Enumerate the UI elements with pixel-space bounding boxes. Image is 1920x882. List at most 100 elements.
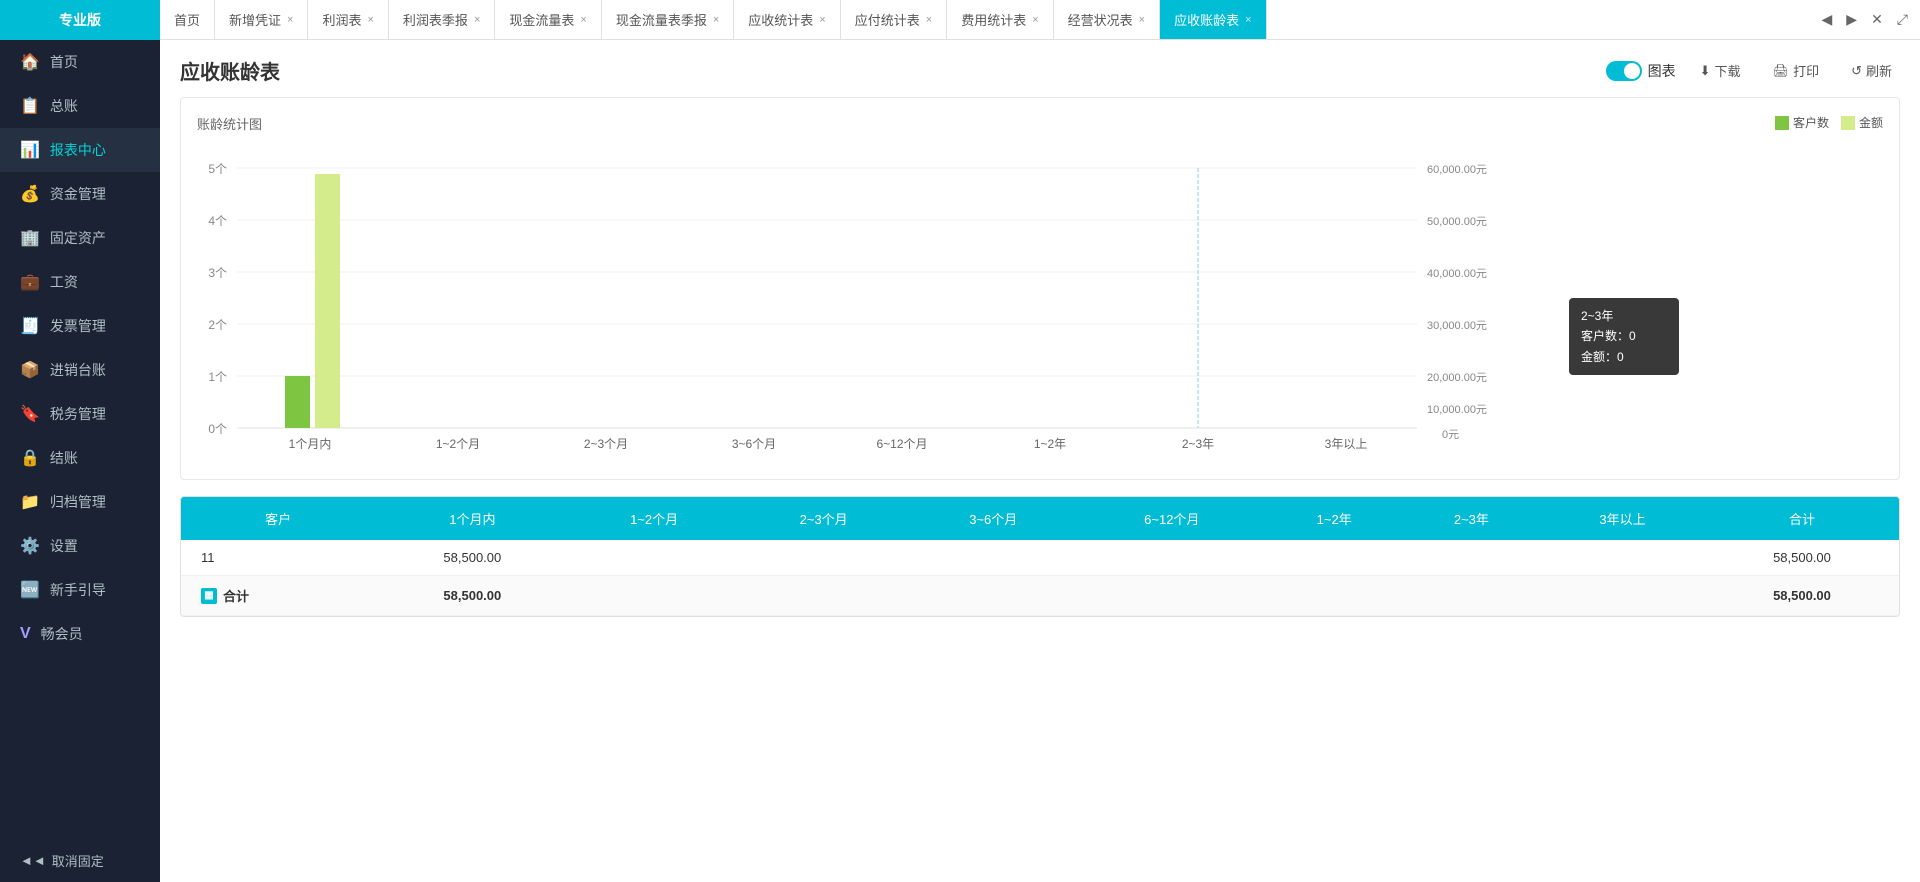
legend-amount-label: 金额 (1859, 114, 1883, 131)
sidebar-item-archive[interactable]: 📁 归档管理 (0, 480, 160, 524)
tab-profit-quarter[interactable]: 利润表季报 × (389, 0, 495, 40)
total-icon: ▦ (201, 588, 217, 604)
total-1m: 58,500.00 (375, 576, 569, 616)
sidebar-item-close[interactable]: 🔒 结账 (0, 436, 160, 480)
home-icon: 🏠 (20, 52, 40, 72)
tab-close-icon[interactable]: × (367, 14, 373, 26)
total-3-6m (908, 576, 1078, 616)
chart-toggle-label: 图表 (1648, 61, 1676, 81)
tab-close-icon[interactable]: × (580, 14, 586, 26)
sidebar-item-invoice[interactable]: 🧾 发票管理 (0, 304, 160, 348)
tab-voucher[interactable]: 新增凭证 × (215, 0, 308, 40)
settings-icon: ⚙️ (20, 536, 40, 556)
page-header: 应收账龄表 图表 ⬇ 下载 🖨 打印 ↺ 刷新 (160, 40, 1920, 97)
chart-toggle[interactable] (1606, 61, 1642, 81)
download-button[interactable]: ⬇ 下载 (1692, 57, 1749, 84)
tab-aging[interactable]: 应收账龄表 × (1160, 0, 1266, 40)
total-3y-plus (1540, 576, 1705, 616)
print-button[interactable]: 🖨 打印 (1765, 57, 1828, 84)
data-table: 客户 1个月内 1~2个月 2~3个月 3~6个月 6~12个月 1~2年 2~… (180, 496, 1900, 617)
sidebar-item-label: 发票管理 (50, 316, 106, 336)
tab-bar: 首页 新增凭证 × 利润表 × 利润表季报 × 现金流量表 × 现金流量表季报 … (160, 0, 1920, 40)
cell-2-3m (739, 540, 909, 576)
sidebar-item-member[interactable]: V 畅会员 (0, 612, 160, 656)
cell-3y-plus (1540, 540, 1705, 576)
svg-text:2~3年: 2~3年 (1182, 437, 1214, 451)
archive-icon: 📁 (20, 492, 40, 512)
tab-label: 现金流量表 (509, 10, 574, 29)
tab-fullscreen-button[interactable]: ⤢ (1893, 9, 1912, 30)
page-actions: 图表 ⬇ 下载 🖨 打印 ↺ 刷新 (1606, 57, 1900, 84)
sidebar-item-inventory[interactable]: 📦 进销台账 (0, 348, 160, 392)
tab-payable-stat[interactable]: 应付统计表 × (841, 0, 947, 40)
tab-close-icon[interactable]: × (287, 14, 293, 26)
refresh-label: 刷新 (1866, 61, 1892, 80)
chart-svg: 5个 4个 3个 2个 1个 0个 60,000.00元 50,000.00元 … (197, 143, 1883, 463)
bar-customers-0 (285, 376, 310, 428)
print-icon: 🖨 (1773, 63, 1790, 79)
cell-1-2m (569, 540, 739, 576)
tab-cashflow[interactable]: 现金流量表 × (495, 0, 601, 40)
tab-next-button[interactable]: ▶ (1842, 9, 1861, 30)
tab-home[interactable]: 首页 (160, 0, 215, 40)
sidebar-item-label: 进销台账 (50, 360, 106, 380)
sidebar-item-label: 报表中心 (50, 140, 106, 160)
sidebar-item-funds[interactable]: 💰 资金管理 (0, 172, 160, 216)
sidebar-item-salary[interactable]: 💼 工资 (0, 260, 160, 304)
col-header-3-6m: 3~6个月 (908, 497, 1078, 540)
tab-close-icon[interactable]: × (1245, 14, 1251, 26)
sidebar-pin-toggle[interactable]: ◄◄ 取消固定 (0, 839, 160, 882)
svg-text:6~12个月: 6~12个月 (876, 437, 927, 451)
tab-cashflow-quarter[interactable]: 现金流量表季报 × (602, 0, 734, 40)
download-icon: ⬇ (1700, 63, 1711, 79)
chart-toggle-group: 图表 (1606, 61, 1676, 81)
sidebar-item-guide[interactable]: 🆕 新手引导 (0, 568, 160, 612)
sidebar-item-tax[interactable]: 🔖 税务管理 (0, 392, 160, 436)
tab-profit[interactable]: 利润表 × (308, 0, 388, 40)
cell-customer: 11 (181, 540, 375, 576)
col-header-2-3m: 2~3个月 (739, 497, 909, 540)
cell-1m: 58,500.00 (375, 540, 569, 576)
tab-close-icon[interactable]: × (713, 14, 719, 26)
tab-expense-stat[interactable]: 费用统计表 × (947, 0, 1053, 40)
chart-title: 账龄统计图 (197, 114, 1883, 133)
funds-icon: 💰 (20, 184, 40, 204)
sidebar-item-label: 工资 (50, 272, 78, 292)
chart-legend: 客户数 金额 (1775, 114, 1883, 131)
tab-label: 利润表 (322, 10, 361, 29)
table-row: 11 58,500.00 58,500.00 (181, 540, 1899, 576)
sidebar-item-home[interactable]: 🏠 首页 (0, 40, 160, 84)
tab-close-icon[interactable]: × (474, 14, 480, 26)
total-total: 58,500.00 (1705, 576, 1899, 616)
sidebar-item-label: 畅会员 (41, 624, 83, 644)
tab-close-icon[interactable]: × (819, 14, 825, 26)
svg-text:50,000.00元: 50,000.00元 (1427, 216, 1487, 228)
svg-text:1~2个月: 1~2个月 (436, 437, 480, 451)
tab-bar-inner: 首页 新增凭证 × 利润表 × 利润表季报 × 现金流量表 × 现金流量表季报 … (160, 0, 1810, 40)
pin-icon: ◄◄ (20, 853, 46, 868)
sidebar-item-assets[interactable]: 🏢 固定资产 (0, 216, 160, 260)
refresh-button[interactable]: ↺ 刷新 (1843, 57, 1900, 84)
tab-close-all-button[interactable]: ✕ (1867, 9, 1887, 30)
col-header-1m: 1个月内 (375, 497, 569, 540)
reports-icon: 📊 (20, 140, 40, 160)
tab-prev-button[interactable]: ◀ (1818, 9, 1837, 30)
sidebar-item-settings[interactable]: ⚙️ 设置 (0, 524, 160, 568)
total-label-cell: ▦ 合计 (181, 576, 375, 616)
svg-text:10,000.00元: 10,000.00元 (1427, 404, 1487, 416)
tab-receivable-stat[interactable]: 应收统计表 × (734, 0, 840, 40)
sidebar-item-reports[interactable]: 📊 报表中心 (0, 128, 160, 172)
legend-customers-label: 客户数 (1793, 114, 1829, 131)
tab-close-icon[interactable]: × (926, 14, 932, 26)
col-header-6-12m: 6~12个月 (1078, 497, 1266, 540)
sidebar-item-ledger[interactable]: 📋 总账 (0, 84, 160, 128)
tab-close-icon[interactable]: × (1139, 14, 1145, 26)
refresh-icon: ↺ (1851, 63, 1862, 79)
svg-text:0元: 0元 (1442, 429, 1459, 441)
sidebar-item-label: 首页 (50, 52, 78, 72)
tab-business-stat[interactable]: 经营状况表 × (1054, 0, 1160, 40)
tab-label: 新增凭证 (229, 10, 281, 29)
total-1-2m (569, 576, 739, 616)
col-header-customer: 客户 (181, 497, 375, 540)
tab-close-icon[interactable]: × (1032, 14, 1038, 26)
